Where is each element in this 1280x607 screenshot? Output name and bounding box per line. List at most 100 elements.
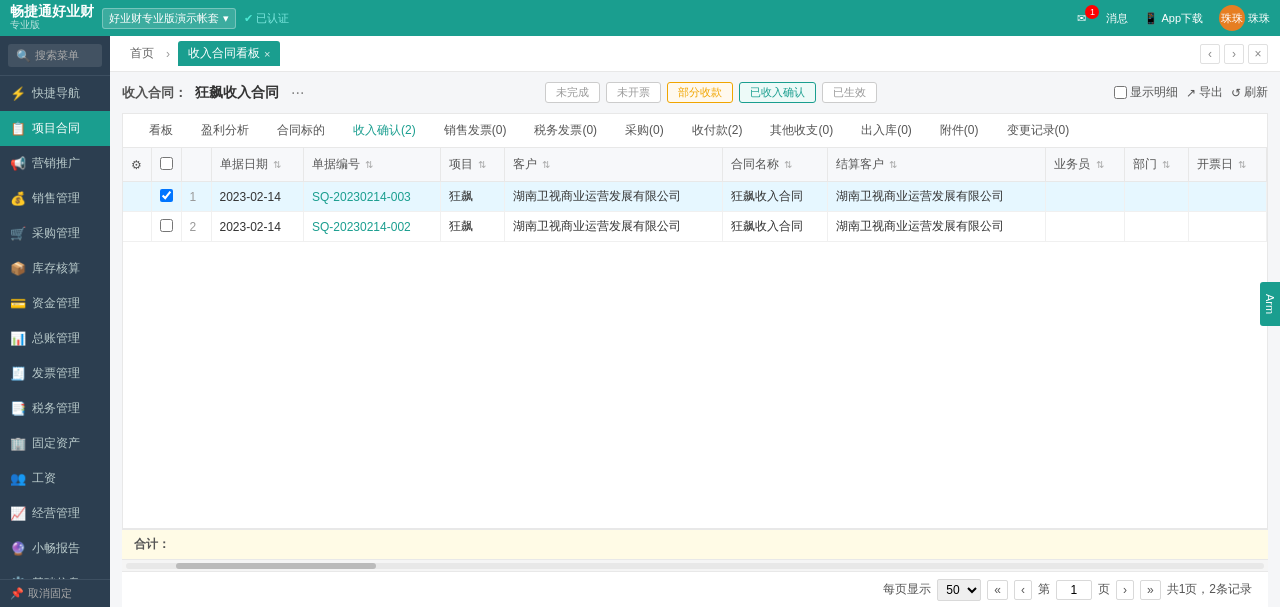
gear-icon[interactable]: ⚙ [131,158,142,172]
row1-check[interactable] [160,189,173,202]
notifications-label: 消息 [1106,11,1128,26]
tab-contract-subject[interactable]: 合同标的 [263,114,339,149]
col-bill-no[interactable]: 单据编号 ⇅ [303,148,440,182]
scrollbar-track [126,563,1264,569]
row1-contract: 狂飙收入合同 [722,182,827,212]
scrollbar-area[interactable] [122,559,1268,571]
tab-dashboard[interactable]: 看板 [135,114,187,149]
col-salesperson[interactable]: 业务员 ⇅ [1046,148,1124,182]
row1-num: 1 [181,182,211,212]
sidebar-item-general-ledger[interactable]: 📊 总账管理 [0,321,110,356]
select-all-checkbox[interactable] [160,157,173,170]
prev-page-btn[interactable]: ‹ [1014,580,1032,600]
status-uninvoiced-btn[interactable]: 未开票 [606,82,661,103]
tab-payment[interactable]: 收付款(2) [678,114,757,149]
sidebar-item-quick-nav[interactable]: ⚡ 快捷导航 [0,76,110,111]
sidebar-item-project-contract[interactable]: 📋 项目合同 [0,111,110,146]
sidebar-item-reports[interactable]: 🔮 小畅报告 [0,531,110,566]
next-page-btn[interactable]: › [1116,580,1134,600]
sidebar-item-inventory[interactable]: 📦 库存核算 [0,251,110,286]
lightning-icon: ⚡ [10,86,26,102]
more-btn[interactable]: ··· [287,84,308,102]
table-footer: 合计： [122,529,1268,559]
status-confirmed-btn[interactable]: 已收入确认 [739,82,816,103]
app-download-btn[interactable]: 📱 App下载 [1144,11,1203,26]
page-input[interactable] [1056,580,1092,600]
sidebar-item-hr[interactable]: 👥 工资 [0,461,110,496]
tab-tax-invoice[interactable]: 税务发票(0) [520,114,611,149]
tab-profit[interactable]: 盈利分析 [187,114,263,149]
sidebar-item-basic-info[interactable]: ⚙️ 基础信息 [0,566,110,579]
row2-check[interactable] [160,219,173,232]
sidebar-item-fixed-assets[interactable]: 🏢 固定资产 [0,426,110,461]
contract-header: 收入合同： 狂飙收入合同 ··· 未完成 未开票 部分收款 已收入确认 已生效 [122,82,1268,103]
status-incomplete-btn[interactable]: 未完成 [545,82,600,103]
download-icon: 📱 [1144,12,1158,25]
data-table: ⚙ 单据日期 ⇅ [123,148,1267,242]
refresh-btn[interactable]: ↺ 刷新 [1231,84,1268,101]
company-select[interactable]: 好业财专业版演示帐套 ▾ [102,8,236,29]
status-effective-btn[interactable]: 已生效 [822,82,877,103]
tab-close-btn[interactable]: × [264,48,270,60]
search-menu-btn[interactable]: 🔍 搜索菜单 [8,44,102,67]
user-name: 珠珠 [1248,11,1270,26]
tab-warehouse[interactable]: 出入库(0) [847,114,926,149]
tab-home[interactable]: 首页 [122,45,162,62]
per-page-select[interactable]: 50 [937,579,981,601]
user-avatar-area[interactable]: 珠珠 珠珠 [1219,5,1270,31]
row2-billno-link[interactable]: SQ-20230214-002 [312,220,411,234]
table-row[interactable]: 2 2023-02-14 SQ-20230214-002 狂飙 湖南卫视商业运营… [123,212,1267,242]
last-page-btn[interactable]: » [1140,580,1161,600]
tab-other-income[interactable]: 其他收支(0) [756,114,847,149]
per-page-label: 每页显示 [883,581,931,598]
col-open-date[interactable]: 开票日 ⇅ [1188,148,1266,182]
scrollbar-thumb[interactable] [176,563,376,569]
total-info: 共1页，2条记录 [1167,581,1252,598]
sidebar: 🔍 搜索菜单 ⚡ 快捷导航 📋 项目合同 📢 营销推广 💰 [0,36,110,607]
tab-bar: 首页 › 收入合同看板 × ‹ › × [110,36,1280,72]
col-settings: ⚙ [123,148,151,182]
col-date[interactable]: 单据日期 ⇅ [211,148,303,182]
show-detail-checkbox[interactable] [1114,86,1127,99]
sidebar-item-business[interactable]: 📈 经营管理 [0,496,110,531]
status-partial-btn[interactable]: 部分收款 [667,82,733,103]
invoice-icon: 🧾 [10,366,26,382]
col-project[interactable]: 项目 ⇅ [440,148,504,182]
active-tab[interactable]: 收入合同看板 × [178,41,280,66]
col-final-customer[interactable]: 结算客户 ⇅ [827,148,1045,182]
sidebar-item-tax[interactable]: 📑 税务管理 [0,391,110,426]
col-contract-name[interactable]: 合同名称 ⇅ [722,148,827,182]
sidebar-item-marketing[interactable]: 📢 营销推广 [0,146,110,181]
tab-change-record[interactable]: 变更记录(0) [993,114,1084,149]
row1-billno-link[interactable]: SQ-20230214-003 [312,190,411,204]
page-content: 收入合同： 狂飙收入合同 ··· 未完成 未开票 部分收款 已收入确认 已生效 [110,72,1280,607]
arm-float-btn[interactable]: Arm [1260,281,1280,325]
sidebar-item-invoice[interactable]: 🧾 发票管理 [0,356,110,391]
table-row[interactable]: 1 2023-02-14 SQ-20230214-003 狂飙 湖南卫视商业运营… [123,182,1267,212]
tab-income-confirm[interactable]: 收入确认(2) [339,114,430,149]
pagination: 每页显示 50 « ‹ 第 页 › » 共1页，2条记录 [122,571,1268,607]
col-department[interactable]: 部门 ⇅ [1124,148,1188,182]
prev-window-btn[interactable]: ‹ [1200,44,1220,64]
first-page-btn[interactable]: « [987,580,1008,600]
app-logo: 畅捷通好业财 专业版 [10,4,94,32]
close-window-btn[interactable]: × [1248,44,1268,64]
sidebar-item-purchase[interactable]: 🛒 采购管理 [0,216,110,251]
show-detail-label[interactable]: 显示明细 [1114,84,1178,101]
sidebar-item-fund[interactable]: 💳 资金管理 [0,286,110,321]
tax-icon: 📑 [10,401,26,417]
unpin-btn[interactable]: 📌 取消固定 [0,579,110,607]
row2-settings [123,212,151,242]
top-bar: 畅捷通好业财 专业版 好业财专业版演示帐套 ▾ ✔ 已认证 ✉ 1 消息 📱 A… [0,0,1280,36]
tab-sales-invoice[interactable]: 销售发票(0) [430,114,521,149]
sidebar-item-sales[interactable]: 💰 销售管理 [0,181,110,216]
tab-purchase[interactable]: 采购(0) [611,114,678,149]
export-btn[interactable]: ↗ 导出 [1186,84,1223,101]
contract-icon: 📋 [10,121,26,137]
row2-contract: 狂飙收入合同 [722,212,827,242]
total-label: 合计： [134,536,170,553]
col-customer[interactable]: 客户 ⇅ [504,148,722,182]
tab-attachment[interactable]: 附件(0) [926,114,993,149]
notifications-btn[interactable]: ✉ 1 消息 [1077,11,1128,26]
next-window-btn[interactable]: › [1224,44,1244,64]
